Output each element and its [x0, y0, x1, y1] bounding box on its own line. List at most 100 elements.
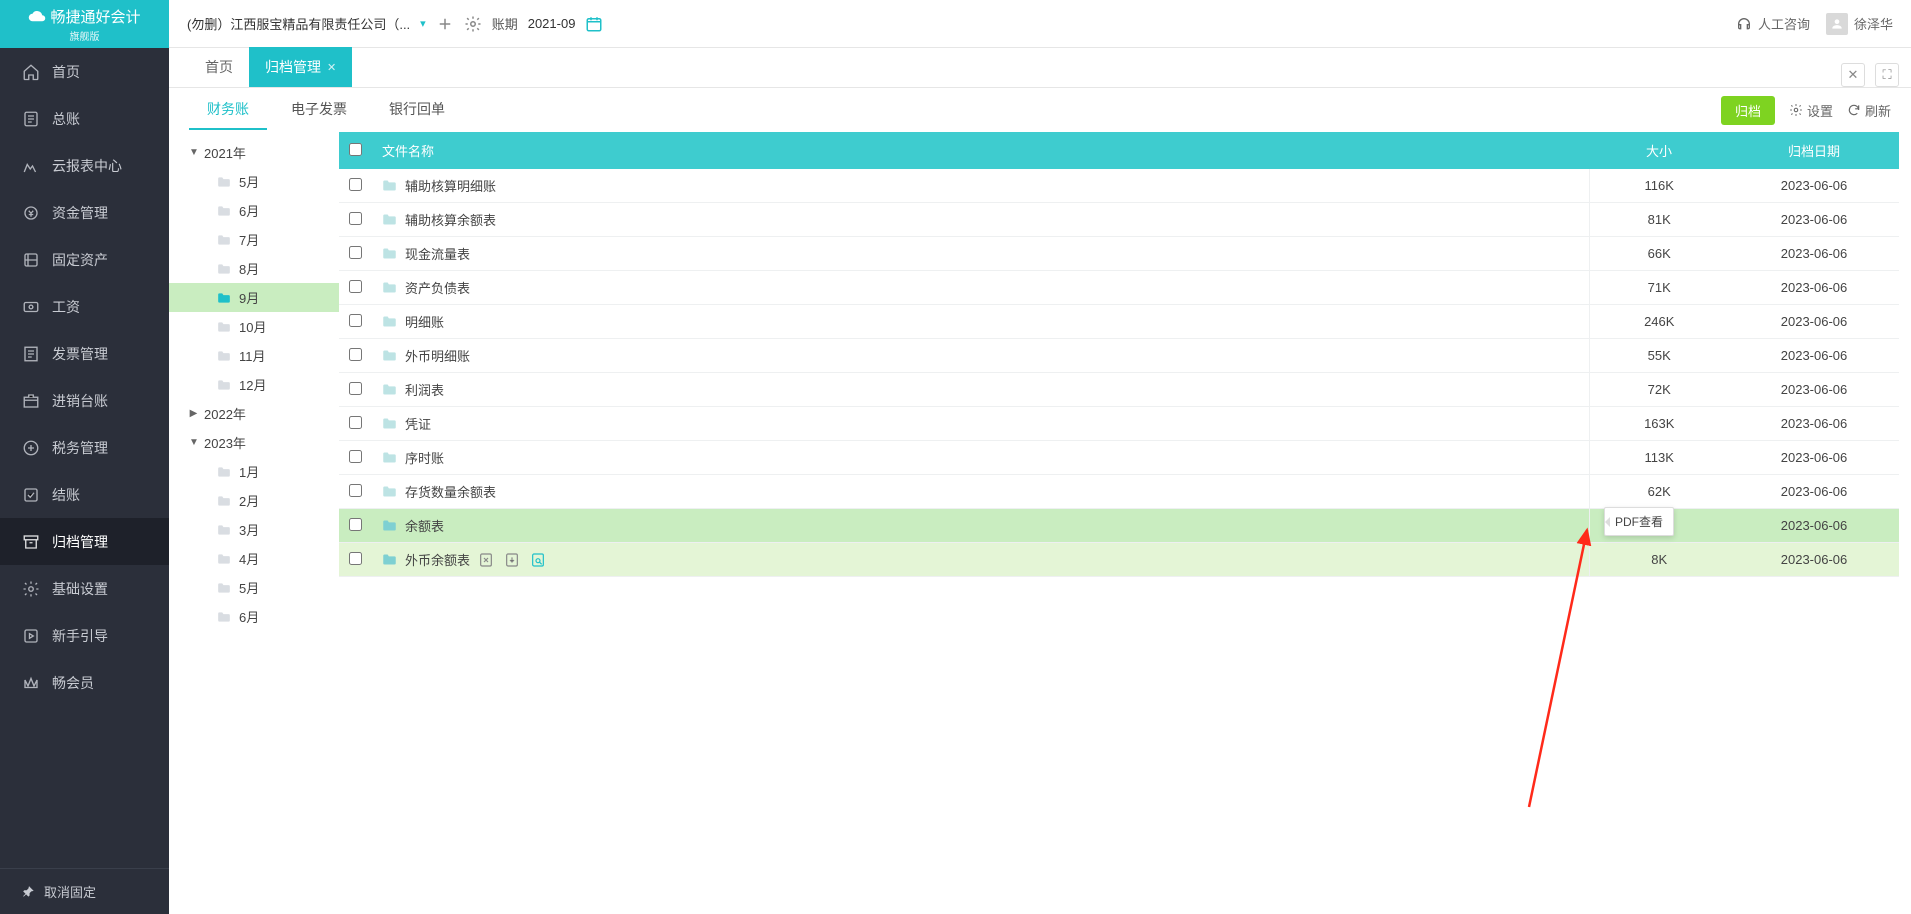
sidebar-item-stock[interactable]: 进销台账 [0, 377, 169, 424]
ledger-icon [22, 110, 40, 128]
folder-icon [217, 176, 231, 188]
row-checkbox[interactable] [349, 450, 362, 463]
table-row[interactable]: 明细账246K2023-06-06 [339, 305, 1899, 339]
archive-button[interactable]: 归档 [1721, 96, 1775, 125]
table-row[interactable]: 利润表72K2023-06-06 [339, 373, 1899, 407]
sidebar-item-setting[interactable]: 基础设置 [0, 565, 169, 612]
tree-month[interactable]: 1月 [169, 457, 339, 486]
tree-month[interactable]: 5月 [169, 573, 339, 602]
row-checkbox[interactable] [349, 280, 362, 293]
tree-month[interactable]: 4月 [169, 544, 339, 573]
archive-date: 2023-06-06 [1729, 237, 1899, 271]
sidebar-item-label: 新手引导 [52, 626, 108, 646]
user-menu[interactable]: 徐泽华 [1826, 13, 1893, 35]
row-checkbox[interactable] [349, 246, 362, 259]
subtab[interactable]: 银行回单 [371, 90, 463, 130]
tree-month[interactable]: 5月 [169, 167, 339, 196]
subtab[interactable]: 电子发票 [273, 90, 365, 130]
row-checkbox[interactable] [349, 212, 362, 225]
tree-year[interactable]: ▶2022年 [169, 399, 339, 428]
table-row[interactable]: 现金流量表66K2023-06-06 [339, 237, 1899, 271]
period-value[interactable]: 2021-09 [528, 16, 576, 31]
chevron-down-icon[interactable]: ▾ [420, 17, 426, 30]
gear-icon[interactable] [464, 15, 482, 33]
consult-button[interactable]: 人工咨询 [1736, 14, 1810, 33]
sidebar-unpin[interactable]: 取消固定 [0, 868, 169, 914]
file-name: 外币余额表 [405, 550, 470, 569]
row-checkbox[interactable] [349, 382, 362, 395]
table-row[interactable]: 凭证163K2023-06-06 [339, 407, 1899, 441]
table-row[interactable]: 辅助核算余额表81K2023-06-06 [339, 203, 1899, 237]
pdf-view-icon[interactable] [530, 552, 546, 568]
tree-month[interactable]: 6月 [169, 602, 339, 631]
sidebar-item-cloud[interactable]: 云报表中心 [0, 142, 169, 189]
sidebar-item-label: 发票管理 [52, 344, 108, 364]
tree-month[interactable]: 2月 [169, 486, 339, 515]
sidebar-item-archive[interactable]: 归档管理 [0, 518, 169, 565]
table-row[interactable]: 存货数量余额表62K2023-06-06 [339, 475, 1899, 509]
tab[interactable]: 归档管理✕ [249, 47, 352, 87]
tree-month[interactable]: 7月 [169, 225, 339, 254]
tree-month[interactable]: 3月 [169, 515, 339, 544]
tree-year[interactable]: ▼2021年 [169, 138, 339, 167]
sidebar-item-fund[interactable]: 资金管理 [0, 189, 169, 236]
row-checkbox[interactable] [349, 484, 362, 497]
download-pdf-icon[interactable] [504, 552, 520, 568]
settings-button[interactable]: 设置 [1789, 101, 1833, 120]
table-row[interactable]: 外币余额表8K2023-06-06 [339, 543, 1899, 577]
col-date: 归档日期 [1729, 132, 1899, 169]
sidebar-item-asset[interactable]: 固定资产 [0, 236, 169, 283]
sidebar: 畅捷通好会计 旗舰版 首页总账云报表中心资金管理固定资产工资发票管理进销台账税务… [0, 0, 169, 914]
sidebar-item-ledger[interactable]: 总账 [0, 95, 169, 142]
select-all-checkbox[interactable] [349, 143, 362, 156]
home-icon [22, 63, 40, 81]
row-checkbox[interactable] [349, 518, 362, 531]
subtab[interactable]: 财务账 [189, 90, 267, 130]
topbar: (勿删）江西服宝精品有限责任公司（... ▾ 账期 2021-09 人工咨询 徐… [169, 0, 1911, 48]
tree-month-label: 11月 [239, 346, 266, 365]
folder-icon [382, 417, 397, 430]
tree-month[interactable]: 6月 [169, 196, 339, 225]
file-name: 余额表 [405, 516, 444, 535]
row-checkbox[interactable] [349, 416, 362, 429]
tree-month[interactable]: 8月 [169, 254, 339, 283]
sidebar-item-guide[interactable]: 新手引导 [0, 612, 169, 659]
tree-month[interactable]: 10月 [169, 312, 339, 341]
close-icon[interactable]: ✕ [327, 61, 336, 74]
tab[interactable]: 首页 [189, 47, 249, 87]
tree-year[interactable]: ▼2023年 [169, 428, 339, 457]
download-excel-icon[interactable] [478, 552, 494, 568]
archive-date: 2023-06-06 [1729, 271, 1899, 305]
company-selector[interactable]: (勿删）江西服宝精品有限责任公司（... [187, 14, 410, 33]
fullscreen-button[interactable]: ⛶ [1875, 63, 1899, 87]
sidebar-item-invoice[interactable]: 发票管理 [0, 330, 169, 377]
sidebar-item-salary[interactable]: 工资 [0, 283, 169, 330]
table-row[interactable]: 辅助核算明细账116K2023-06-06 [339, 169, 1899, 203]
tree-month[interactable]: 12月 [169, 370, 339, 399]
tab-label: 首页 [205, 57, 233, 77]
close-tab-button[interactable]: ✕ [1841, 63, 1865, 87]
sidebar-item-home[interactable]: 首页 [0, 48, 169, 95]
fund-icon [22, 204, 40, 222]
calendar-icon[interactable] [585, 15, 603, 33]
sidebar-item-label: 归档管理 [52, 532, 108, 552]
table-row[interactable]: 资产负债表71K2023-06-06 [339, 271, 1899, 305]
refresh-button[interactable]: 刷新 [1847, 101, 1891, 120]
folder-icon [382, 485, 397, 498]
table-row[interactable]: 外币明细账55K2023-06-06 [339, 339, 1899, 373]
row-checkbox[interactable] [349, 348, 362, 361]
sidebar-item-tax[interactable]: 税务管理 [0, 424, 169, 471]
row-checkbox[interactable] [349, 178, 362, 191]
tree-month[interactable]: 11月 [169, 341, 339, 370]
row-checkbox[interactable] [349, 314, 362, 327]
file-size: 71K [1589, 271, 1729, 305]
table-row[interactable]: 序时账113K2023-06-06 [339, 441, 1899, 475]
consult-label: 人工咨询 [1758, 14, 1810, 33]
tree-month[interactable]: 9月 [169, 283, 339, 312]
plus-icon[interactable] [436, 15, 454, 33]
settings-label: 设置 [1807, 101, 1833, 120]
file-size: 113K [1589, 441, 1729, 475]
row-checkbox[interactable] [349, 552, 362, 565]
sidebar-item-close[interactable]: 结账 [0, 471, 169, 518]
sidebar-item-vip[interactable]: 畅会员 [0, 659, 169, 706]
